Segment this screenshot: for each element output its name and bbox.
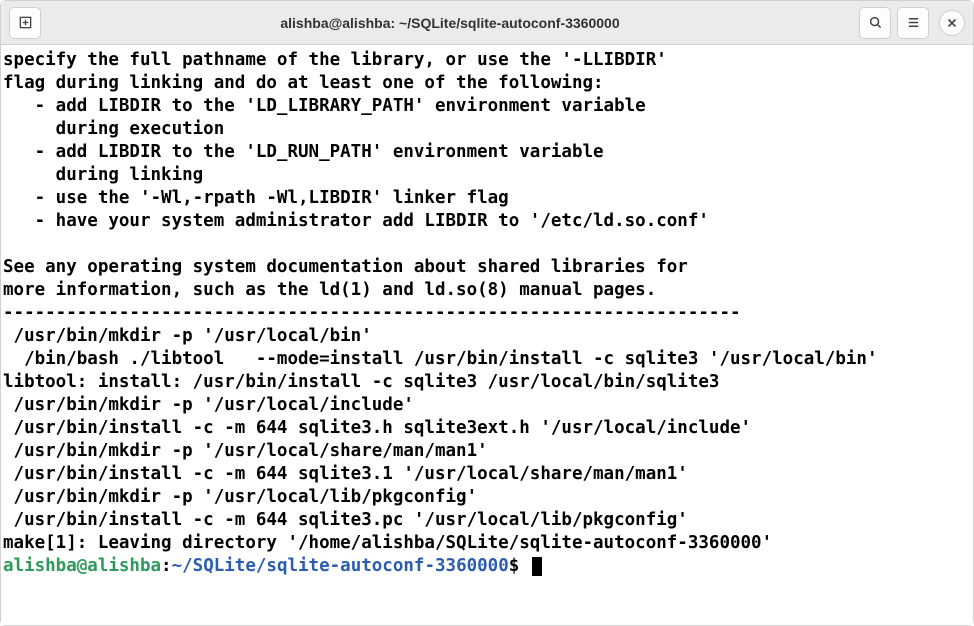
prompt-separator-dollar: $ <box>509 556 520 576</box>
hamburger-icon <box>906 15 921 30</box>
new-tab-button[interactable] <box>9 7 41 39</box>
new-tab-icon <box>18 15 33 30</box>
prompt-user-host: alishba@alishba <box>3 556 161 576</box>
terminal-output: specify the full pathname of the library… <box>3 49 971 555</box>
window-title: alishba@alishba: ~/SQLite/sqlite-autocon… <box>47 15 853 31</box>
menu-button[interactable] <box>897 7 929 39</box>
window-titlebar: alishba@alishba: ~/SQLite/sqlite-autocon… <box>1 1 973 45</box>
prompt-separator-colon: : <box>161 556 172 576</box>
close-icon <box>946 17 958 29</box>
search-icon <box>868 15 883 30</box>
terminal-viewport[interactable]: specify the full pathname of the library… <box>1 45 973 625</box>
text-cursor <box>532 557 542 576</box>
search-button[interactable] <box>859 7 891 39</box>
close-button[interactable] <box>939 10 965 36</box>
prompt-path: ~/SQLite/sqlite-autoconf-3360000 <box>172 556 509 576</box>
terminal-prompt-line: alishba@alishba:~/SQLite/sqlite-autoconf… <box>3 555 971 578</box>
